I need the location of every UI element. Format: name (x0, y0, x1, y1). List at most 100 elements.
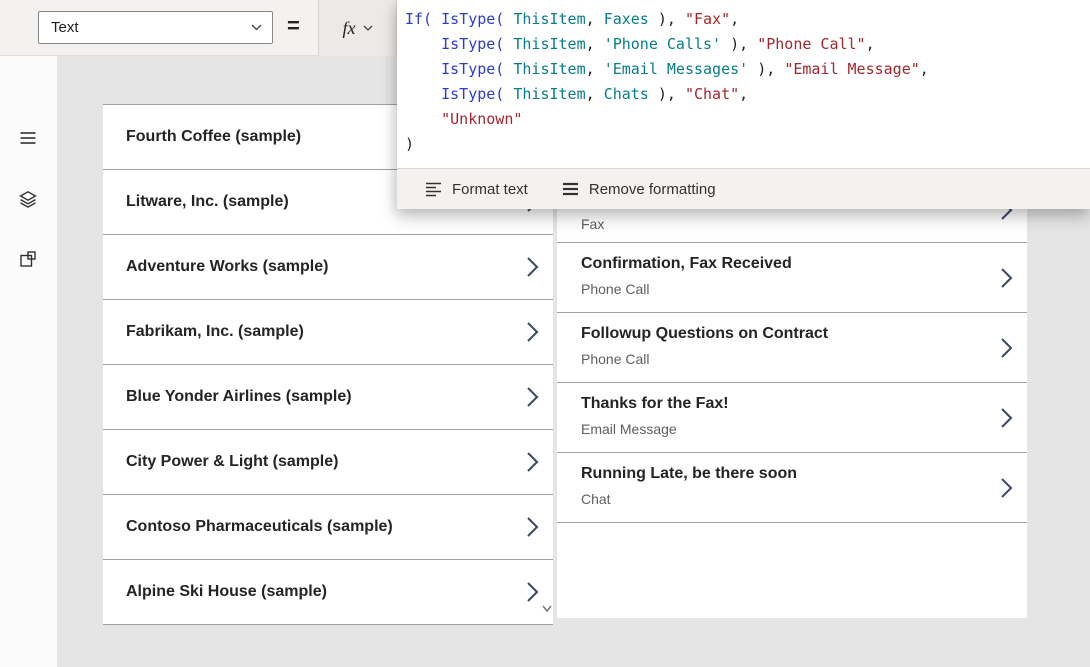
formula-token: ThisItem (513, 60, 586, 78)
formula-token: , (585, 10, 604, 28)
account-list-item[interactable]: Blue Yonder Airlines (sample) (103, 365, 553, 430)
format-text-label: Format text (452, 180, 528, 198)
account-list-item[interactable]: Adventure Works (sample) (103, 235, 553, 300)
formula-token: "Phone Call" (757, 35, 866, 53)
chevron-right-icon (1000, 477, 1013, 499)
account-list-item[interactable]: Contoso Pharmaceuticals (sample) (103, 495, 553, 560)
format-text-button[interactable]: Format text (425, 181, 528, 198)
formula-token: Faxes (603, 10, 649, 28)
formula-line: ) (405, 132, 1080, 157)
formula-token: ThisItem (513, 10, 586, 28)
powerapps-studio-screen: Text = fx Fourth Coffee (sample) Litware… (0, 0, 1090, 667)
formula-editor[interactable]: If( IsType( ThisItem, Faxes ), "Fax", Is… (397, 0, 1090, 168)
chevron-right-icon (526, 581, 539, 603)
chevron-right-icon (1000, 267, 1013, 289)
formula-token: "Chat" (684, 85, 740, 103)
formula-token: , (739, 85, 749, 103)
activity-list-item[interactable]: Thanks for the Fax! Email Message (557, 383, 1027, 453)
formula-toolbar: Format text Remove formatting (397, 168, 1090, 209)
activity-type: Phone Call (581, 281, 650, 297)
account-name: Fabrikam, Inc. (sample) (126, 323, 304, 340)
activity-type: Fax (581, 216, 605, 232)
chevron-right-icon (526, 516, 539, 538)
formula-token: ), (721, 35, 758, 53)
account-name: Adventure Works (sample) (126, 258, 329, 275)
formula-token: ThisItem (513, 85, 586, 103)
account-name: Alpine Ski House (sample) (126, 583, 327, 600)
formula-token: "Unknown" (441, 110, 523, 128)
tree-view-icon[interactable] (18, 188, 40, 210)
account-list-item[interactable]: Alpine Ski House (sample) (103, 560, 553, 625)
formula-line: "Unknown" (405, 107, 1080, 132)
formula-token: 'Phone Calls' (603, 35, 722, 53)
activity-type: Email Message (581, 421, 677, 437)
account-list-item[interactable]: City Power & Light (sample) (103, 430, 553, 495)
formula-token: Chats (603, 85, 649, 103)
formula-token: , (865, 35, 875, 53)
formula-token (405, 60, 441, 78)
formula-token (405, 35, 441, 53)
formula-token: , (585, 60, 604, 78)
formula-token: "Email Message" (784, 60, 920, 78)
formula-token: , (919, 60, 929, 78)
remove-formatting-label: Remove formatting (588, 180, 716, 198)
formula-line: IsType( ThisItem, 'Email Messages' ), "E… (405, 57, 1080, 82)
formula-token: , (585, 85, 604, 103)
formula-token (405, 110, 441, 128)
left-rail (0, 56, 57, 667)
formula-token: ), (648, 85, 685, 103)
account-list-item[interactable]: Fabrikam, Inc. (sample) (103, 300, 553, 365)
formula-line: If( IsType( ThisItem, Faxes ), "Fax", (405, 7, 1080, 32)
activity-type: Chat (581, 491, 611, 507)
format-text-icon (425, 181, 442, 197)
formula-token: 'Email Messages' (603, 60, 749, 78)
fx-label: fx (342, 17, 356, 38)
scrollbar-down-arrow[interactable] (541, 604, 553, 618)
chevron-down-icon (251, 24, 262, 31)
chevron-right-icon (526, 451, 539, 473)
formula-token: IsType( (441, 10, 514, 28)
activity-title: Running Late, be there soon (581, 465, 798, 482)
chevron-right-icon (1000, 337, 1013, 359)
formula-line: IsType( ThisItem, Chats ), "Chat", (405, 82, 1080, 107)
activity-title: Thanks for the Fax! (581, 395, 729, 412)
chevron-right-icon (526, 256, 539, 278)
formula-token: ) (405, 135, 415, 153)
formula-token: IsType( (441, 60, 514, 78)
formula-token (405, 85, 441, 103)
menu-icon[interactable] (18, 127, 40, 149)
activity-title: Confirmation, Fax Received (581, 255, 792, 272)
account-name: Fourth Coffee (sample) (126, 128, 302, 145)
formula-token: ), (648, 10, 685, 28)
activity-list-item[interactable]: Followup Questions on Contract Phone Cal… (557, 313, 1027, 383)
property-selector-value: Text (51, 19, 79, 36)
activity-title: Followup Questions on Contract (581, 325, 829, 342)
formula-token: , (585, 35, 604, 53)
account-name: Blue Yonder Airlines (sample) (126, 388, 352, 405)
chevron-right-icon (526, 321, 539, 343)
formula-editor-overlay: If( IsType( ThisItem, Faxes ), "Fax", Is… (397, 0, 1090, 209)
formula-token: ThisItem (513, 35, 586, 53)
remove-formatting-icon (562, 181, 579, 197)
chevron-right-icon (526, 386, 539, 408)
activity-list-item[interactable]: Running Late, be there soon Chat (557, 453, 1027, 523)
activities-gallery: Fax Confirmation, Fax Received Phone Cal… (557, 178, 1027, 618)
insert-icon[interactable] (18, 248, 40, 270)
fx-dropdown[interactable]: fx (318, 0, 397, 56)
formula-token: IsType( (441, 35, 514, 53)
account-name: Contoso Pharmaceuticals (sample) (126, 518, 393, 535)
formula-token: If( (405, 10, 442, 28)
chevron-right-icon (1000, 407, 1013, 429)
formula-token: "Fax" (684, 10, 731, 28)
equals-sign: = (287, 13, 300, 38)
formula-token: IsType( (441, 85, 514, 103)
formula-line: IsType( ThisItem, 'Phone Calls' ), "Phon… (405, 32, 1080, 57)
chevron-down-icon (363, 25, 373, 31)
remove-formatting-button[interactable]: Remove formatting (562, 181, 716, 198)
property-selector[interactable]: Text (38, 11, 273, 44)
formula-token: , (730, 10, 740, 28)
activity-list-item[interactable]: Confirmation, Fax Received Phone Call (557, 243, 1027, 313)
account-name: Litware, Inc. (sample) (126, 193, 289, 210)
account-name: City Power & Light (sample) (126, 453, 339, 470)
activity-type: Phone Call (581, 351, 650, 367)
